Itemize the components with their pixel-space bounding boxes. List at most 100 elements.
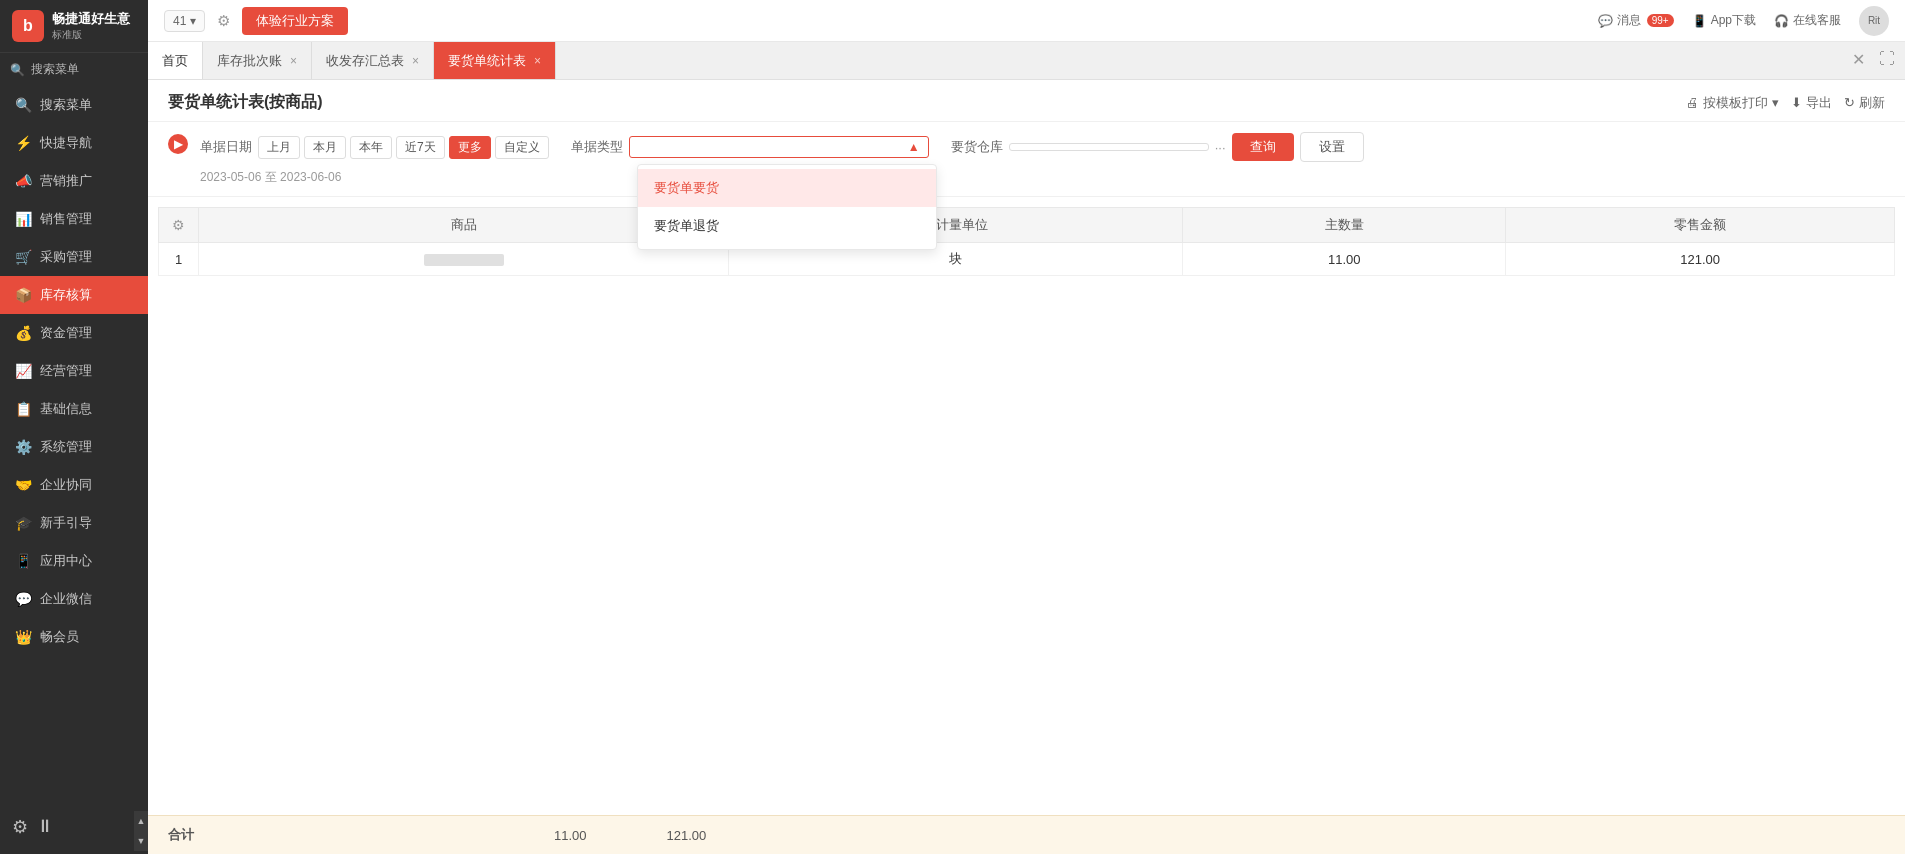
page-actions: 🖨 按模板打印 ▾ ⬇ 导出 ↻ 刷新 [1686,94,1885,112]
topbar-gear-icon[interactable]: ⚙ [217,12,230,30]
sidebar-item-5[interactable]: 📦库存核算 [0,276,148,314]
row-amount: 121.00 [1506,243,1895,276]
nav-label-9: 系统管理 [40,438,92,456]
online-service-item[interactable]: 🎧 在线客服 [1774,12,1841,29]
dropdown-item-1[interactable]: 要货单退货 [638,207,936,245]
user-avatar[interactable]: Rit [1859,6,1889,36]
print-icon: 🖨 [1686,95,1699,110]
chevron-down-icon: ▾ [190,14,196,28]
page-title: 要货单统计表(按商品) [168,92,323,113]
sidebar-item-8[interactable]: 📋基础信息 [0,390,148,428]
nav-label-12: 应用中心 [40,552,92,570]
col-amount: 零售金额 [1506,208,1895,243]
nav-icon-1: ⚡ [14,135,32,151]
nav-label-0: 搜索菜单 [40,96,92,114]
refresh-action[interactable]: ↻ 刷新 [1844,94,1885,112]
tab-order-stats[interactable]: 要货单统计表 × [434,42,556,79]
type-filter-select[interactable]: ▲ [629,136,929,158]
data-table-container: ⚙ 商品 主计量单位 主数量 零售金额 1 块 [148,207,1905,276]
table-col-settings-icon[interactable]: ⚙ [172,217,185,233]
tab-expand-icon[interactable]: ⛶ [1879,50,1895,68]
warehouse-filter-select[interactable] [1009,143,1209,151]
nav-icon-7: 📈 [14,363,32,379]
footer-quantity: 11.00 [554,828,587,843]
page-header: 要货单统计表(按商品) 🖨 按模板打印 ▾ ⬇ 导出 ↻ 刷新 [148,80,1905,122]
nav-icon-11: 🎓 [14,515,32,531]
nav-label-3: 销售管理 [40,210,92,228]
nav-icon-0: 🔍 [14,97,32,113]
sidebar-scroll-down[interactable]: ▼ [134,831,148,851]
refresh-icon: ↻ [1844,95,1855,110]
sidebar-item-1[interactable]: ⚡ 快捷导航 [0,124,148,162]
col-quantity: 主数量 [1183,208,1506,243]
nav-label-2: 营销推广 [40,172,92,190]
sidebar-item-13[interactable]: 💬 企业微信 [0,580,148,618]
print-action[interactable]: 🖨 按模板打印 ▾ [1686,94,1779,112]
settings-icon[interactable]: ⚙ [12,816,28,838]
footer-label: 合计 [168,826,194,844]
nav-label-4: 采购管理 [40,248,92,266]
setting-btn[interactable]: 设置 [1300,132,1364,162]
nav-label-1: 快捷导航 [40,134,92,152]
nav-label-13: 企业微信 [40,590,92,608]
sidebar-item-9[interactable]: ⚙️ 系统管理 [0,428,148,466]
warehouse-dots-icon[interactable]: ··· [1215,140,1226,155]
table-row: 1 块 11.00 121.00 [159,243,1895,276]
query-btn[interactable]: 查询 [1232,133,1294,161]
sidebar-scroll-up[interactable]: ▲ [134,811,148,831]
export-icon: ⬇ [1791,95,1802,110]
type-filter-label: 单据类型 [571,138,623,156]
tab-close-receipt-summary[interactable]: × [412,54,419,68]
content-area: 要货单统计表(按商品) 🖨 按模板打印 ▾ ⬇ 导出 ↻ 刷新 ▶ [148,80,1905,854]
this-month-btn[interactable]: 本月 [304,136,346,159]
footer-amount: 121.00 [667,828,707,843]
sidebar-item-14[interactable]: 👑畅会员 [0,618,148,656]
date-filter-label: 单据日期 [200,138,252,156]
sidebar-search[interactable]: 🔍 搜索菜单 [0,53,148,86]
sidebar-nav: 🔍 搜索菜单 ⚡ 快捷导航 📣营销推广 📊 销售管理 🛒采购管理📦库存核算💰资金管理📈经营管理… [0,86,148,808]
search-icon: 🔍 [10,63,25,77]
tab-close-order-stats[interactable]: × [534,54,541,68]
tab-inventory-batch[interactable]: 库存批次账 × [203,42,312,79]
nav-icon-5: 📦 [14,287,32,303]
filter-bar: ▶ 单据日期 上月 本月 本年 近7天 更多 自定义 [148,122,1905,197]
sidebar-item-7[interactable]: 📈经营管理 [0,352,148,390]
topbar-right: 💬 消息 99+ 📱 App下载 🎧 在线客服 Rit [1598,6,1889,36]
nav-icon-13: 💬 [14,591,32,607]
sidebar-item-6[interactable]: 💰资金管理 [0,314,148,352]
collapse-icon[interactable]: ⏸ [36,816,54,838]
message-item[interactable]: 💬 消息 99+ [1598,12,1674,29]
tab-home[interactable]: 首页 [148,42,203,79]
sidebar-item-3[interactable]: 📊 销售管理 [0,200,148,238]
custom-btn[interactable]: 自定义 [495,136,549,159]
tab-close-all-icon[interactable]: ✕ [1852,50,1865,69]
last-7days-btn[interactable]: 近7天 [396,136,445,159]
sidebar-item-0[interactable]: 🔍 搜索菜单 [0,86,148,124]
sidebar-item-12[interactable]: 📱应用中心 [0,542,148,580]
nav-label-14: 畅会员 [40,628,79,646]
tab-receipt-summary[interactable]: 收发存汇总表 × [312,42,434,79]
export-action[interactable]: ⬇ 导出 [1791,94,1832,112]
tab-close-inventory-batch[interactable]: × [290,54,297,68]
date-filter-group: 单据日期 上月 本月 本年 近7天 更多 自定义 单据类型 [200,132,1364,162]
headset-icon: 🎧 [1774,14,1789,28]
this-year-btn[interactable]: 本年 [350,136,392,159]
industry-btn[interactable]: 体验行业方案 [242,7,348,35]
store-selector[interactable]: 41 ▾ [164,10,205,32]
nav-icon-3: 📊 [14,211,32,227]
sidebar-item-11[interactable]: 🎓新手引导 [0,504,148,542]
nav-icon-9: ⚙️ [14,439,32,455]
nav-label-6: 资金管理 [40,324,92,342]
nav-label-8: 基础信息 [40,400,92,418]
filter-expand-btn[interactable]: ▶ [168,134,188,154]
more-btn[interactable]: 更多 [449,136,491,159]
logo-icon: b [12,10,44,42]
data-table: ⚙ 商品 主计量单位 主数量 零售金额 1 块 [158,207,1895,276]
last-month-btn[interactable]: 上月 [258,136,300,159]
sidebar-item-4[interactable]: 🛒采购管理 [0,238,148,276]
dropdown-item-0[interactable]: 要货单要货 [638,169,936,207]
app-download-item[interactable]: 📱 App下载 [1692,12,1756,29]
sidebar-item-2[interactable]: 📣营销推广 [0,162,148,200]
sidebar-item-10[interactable]: 🤝企业协同 [0,466,148,504]
type-select-arrow-up-icon: ▲ [908,140,920,154]
